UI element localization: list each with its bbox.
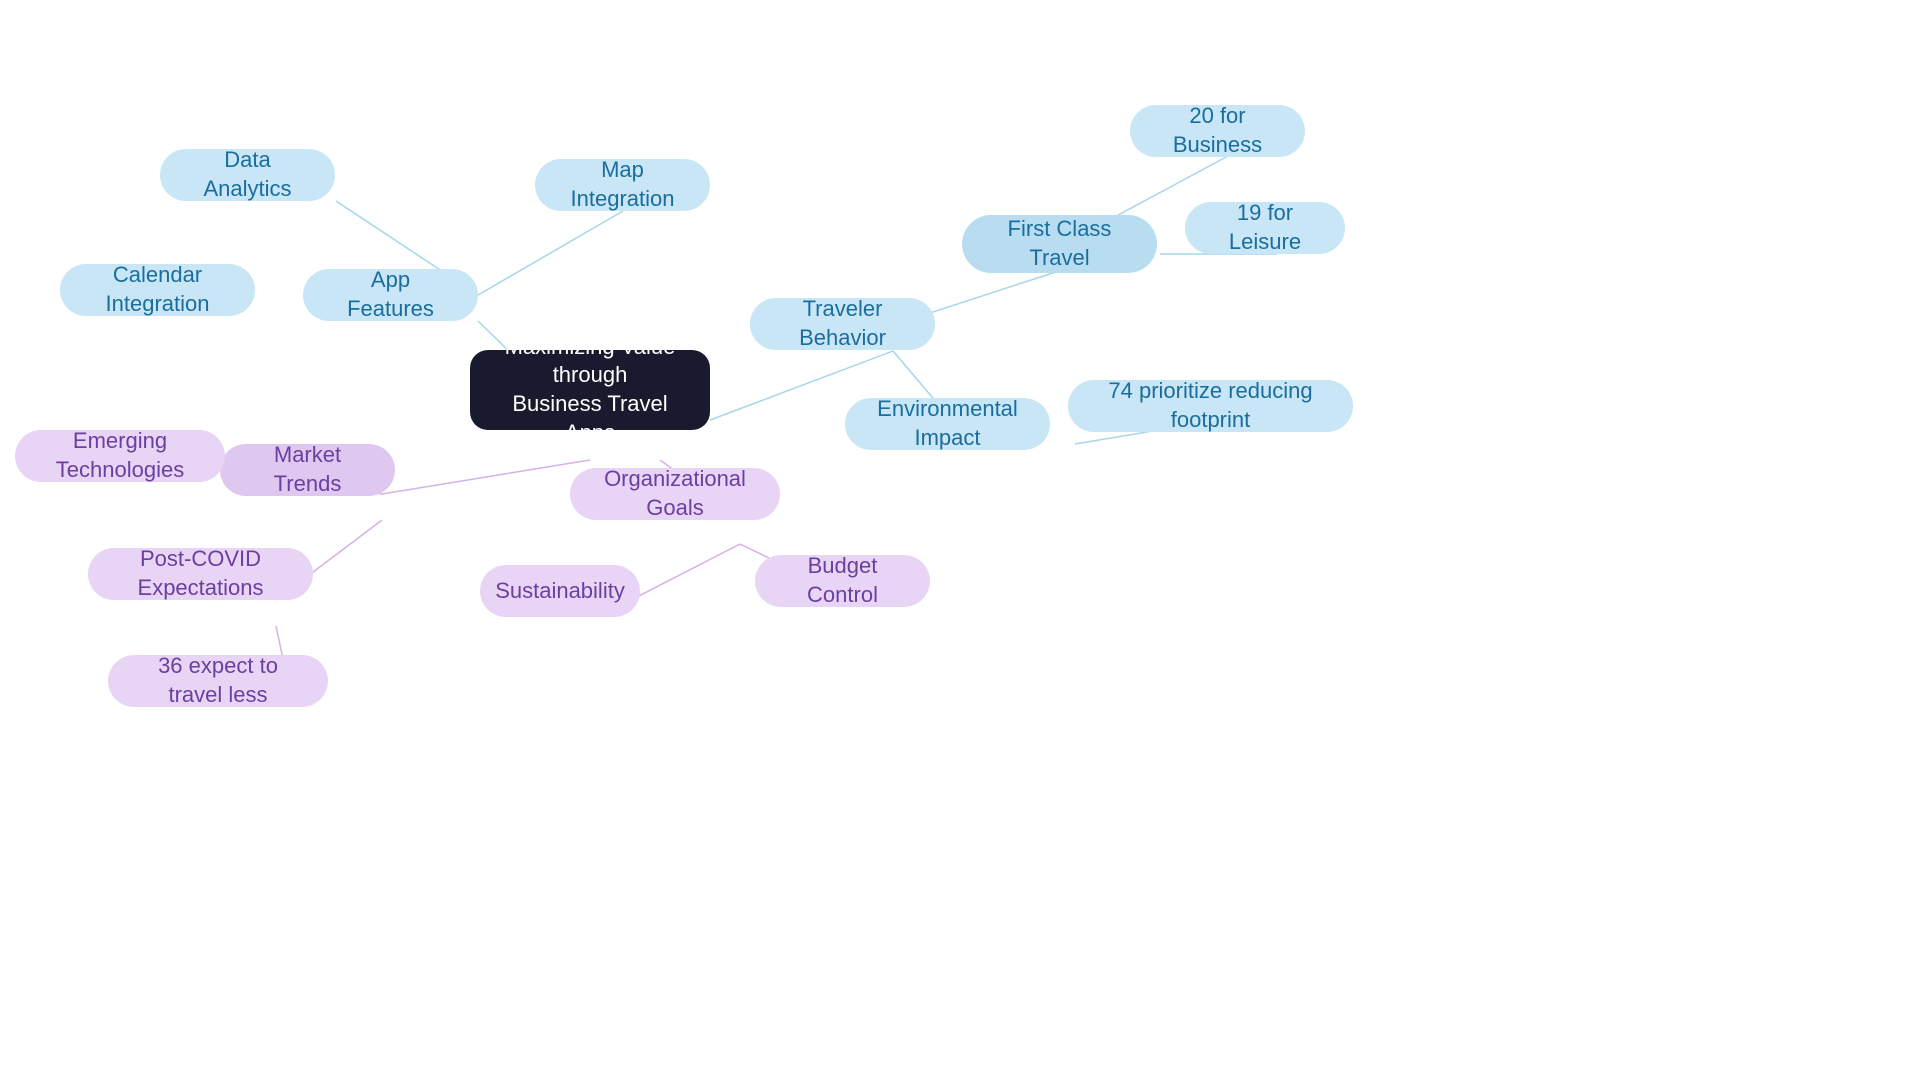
post-covid-node: Post-COVID Expectations	[88, 548, 313, 600]
center-label: Maximizing Value through Business Travel…	[494, 333, 686, 447]
for-business-label: 20 for Business	[1158, 102, 1277, 159]
first-class-travel-label: First Class Travel	[990, 215, 1129, 272]
calendar-integration-node: Calendar Integration	[60, 264, 255, 316]
emerging-tech-label: Emerging Technologies	[43, 427, 197, 484]
for-leisure-node: 19 for Leisure	[1185, 202, 1345, 254]
market-trends-node: Market Trends	[220, 444, 395, 496]
emerging-tech-node: Emerging Technologies	[15, 430, 225, 482]
traveler-behavior-node: Traveler Behavior	[750, 298, 935, 350]
env-impact-label: Environmental Impact	[873, 395, 1022, 452]
traveler-behavior-label: Traveler Behavior	[778, 295, 907, 352]
travel-less-label: 36 expect to travel less	[136, 652, 300, 709]
budget-control-node: Budget Control	[755, 555, 930, 607]
post-covid-label: Post-COVID Expectations	[116, 545, 285, 602]
map-integration-node: Map Integration	[535, 159, 710, 211]
env-impact-node: Environmental Impact	[845, 398, 1050, 450]
reducing-footprint-label: 74 prioritize reducing footprint	[1096, 377, 1325, 434]
sustainability-label: Sustainability	[495, 577, 625, 606]
budget-control-label: Budget Control	[783, 552, 902, 609]
first-class-travel-node: First Class Travel	[962, 215, 1157, 273]
center-node: Maximizing Value through Business Travel…	[470, 350, 710, 430]
for-leisure-label: 19 for Leisure	[1213, 199, 1317, 256]
sustainability-node: Sustainability	[480, 565, 640, 617]
app-features-node: App Features	[303, 269, 478, 321]
for-business-node: 20 for Business	[1130, 105, 1305, 157]
org-goals-label: Organizational Goals	[598, 465, 752, 522]
data-analytics-label: Data Analytics	[188, 146, 307, 203]
market-trends-label: Market Trends	[248, 441, 367, 498]
map-integration-label: Map Integration	[563, 156, 682, 213]
data-analytics-node: Data Analytics	[160, 149, 335, 201]
travel-less-node: 36 expect to travel less	[108, 655, 328, 707]
reducing-footprint-node: 74 prioritize reducing footprint	[1068, 380, 1353, 432]
org-goals-node: Organizational Goals	[570, 468, 780, 520]
app-features-label: App Features	[331, 266, 450, 323]
calendar-integration-label: Calendar Integration	[88, 261, 227, 318]
